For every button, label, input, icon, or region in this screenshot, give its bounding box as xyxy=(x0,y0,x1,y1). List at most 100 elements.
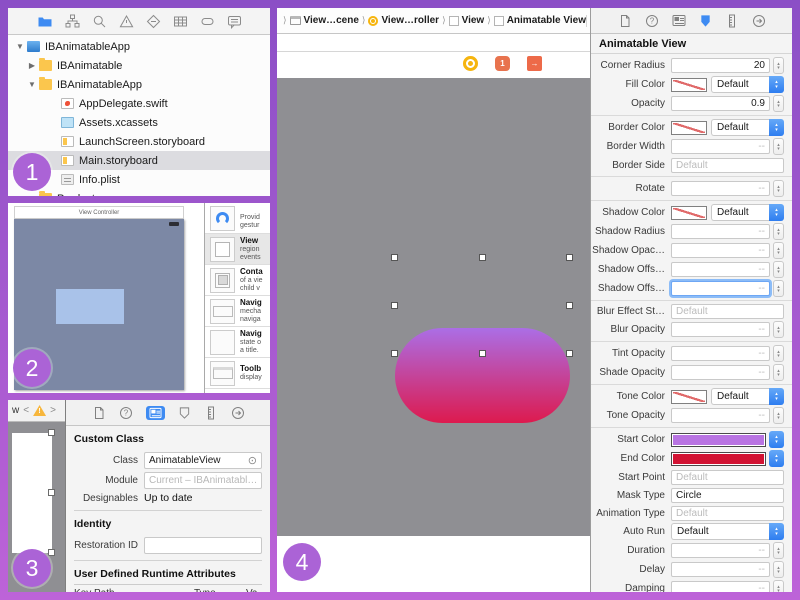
stepper-control[interactable]: ▴ ▾ xyxy=(773,407,784,424)
selection-handle[interactable] xyxy=(391,302,398,309)
disclosure-triangle-icon[interactable]: ▶ xyxy=(26,61,38,70)
jump-bar-item[interactable]: View xyxy=(448,15,484,26)
find-navigator-icon[interactable] xyxy=(92,14,107,29)
value-field[interactable]: -- xyxy=(671,262,770,277)
stepper-control[interactable]: ▴ ▾ xyxy=(773,223,784,240)
class-field[interactable]: AnimatableView ⊙ xyxy=(144,452,262,469)
color-well[interactable] xyxy=(671,120,707,135)
value-field[interactable]: -- xyxy=(671,181,770,196)
attributes-inspector-icon[interactable] xyxy=(178,406,191,420)
popup-chevrons-icon[interactable]: ▴ ▾ xyxy=(769,388,784,405)
warning-icon[interactable]: ! xyxy=(33,405,47,416)
file-inspector-icon[interactable] xyxy=(618,14,632,28)
text-field[interactable]: Default xyxy=(671,505,784,521)
file-inspector-icon[interactable] xyxy=(92,406,106,420)
color-well[interactable] xyxy=(671,432,766,447)
selection-handle[interactable] xyxy=(48,489,55,496)
selection-handle[interactable] xyxy=(479,254,486,261)
object-library-item[interactable]: Navig state o a title. xyxy=(205,327,270,358)
breakpoint-navigator-icon[interactable] xyxy=(200,14,215,29)
selection-handle[interactable] xyxy=(391,350,398,357)
report-navigator-icon[interactable] xyxy=(227,14,242,29)
object-library-item[interactable]: View region events xyxy=(205,234,270,265)
value-field[interactable]: -- xyxy=(671,346,770,361)
class-combo-icon[interactable]: ⊙ xyxy=(248,454,257,467)
stepper-control[interactable]: ▴ ▾ xyxy=(773,321,784,338)
file-tree-row[interactable]: AppDelegate.swift xyxy=(8,94,270,113)
color-well[interactable] xyxy=(671,451,766,466)
popup-chevrons-icon[interactable]: ▴ ▾ xyxy=(769,523,784,540)
stepper-control[interactable]: ▴ ▾ xyxy=(773,95,784,112)
file-tree-row[interactable]: ▶ IBAnimatable xyxy=(8,56,270,75)
connections-inspector-icon[interactable] xyxy=(231,406,245,420)
popup-chevrons-icon[interactable]: ▴ ▾ xyxy=(769,204,784,221)
stepper-control[interactable]: ▴ ▾ xyxy=(773,261,784,278)
file-tree-row[interactable]: Assets.xcassets xyxy=(8,113,270,132)
stepper-control[interactable]: ▴ ▾ xyxy=(773,561,784,578)
value-field[interactable]: -- xyxy=(671,281,770,296)
value-field[interactable]: 20 xyxy=(671,58,770,73)
value-field[interactable]: -- xyxy=(671,139,770,154)
selection-handle[interactable] xyxy=(48,549,55,556)
stepper-control[interactable]: ▴ ▾ xyxy=(773,57,784,74)
text-field[interactable]: Default xyxy=(671,469,784,485)
color-well[interactable] xyxy=(671,205,707,220)
value-field[interactable]: -- xyxy=(671,322,770,337)
disclosure-triangle-icon[interactable]: ▼ xyxy=(26,80,38,89)
selected-view-rect[interactable] xyxy=(12,433,52,553)
value-field[interactable]: -- xyxy=(671,365,770,380)
selection-handle[interactable] xyxy=(566,302,573,309)
identity-inspector-icon[interactable] xyxy=(145,405,165,420)
connections-inspector-icon[interactable] xyxy=(752,14,766,28)
stepper-control[interactable]: ▴ ▾ xyxy=(773,580,784,592)
popup-chevrons-icon[interactable]: ▴ ▾ xyxy=(769,450,784,467)
first-responder-icon[interactable]: 1 xyxy=(495,56,510,71)
project-navigator-icon[interactable] xyxy=(37,14,53,29)
size-inspector-icon[interactable] xyxy=(725,14,739,28)
object-library-item[interactable]: Navig mecha naviga xyxy=(205,296,270,327)
back-arrow[interactable]: < xyxy=(23,405,29,416)
attributes-inspector-icon[interactable] xyxy=(699,14,712,28)
text-field[interactable]: Default xyxy=(671,304,784,319)
stepper-control[interactable]: ▴ ▾ xyxy=(773,138,784,155)
stepper-control[interactable]: ▴ ▾ xyxy=(773,542,784,559)
file-tree-row[interactable]: Products xyxy=(8,189,270,196)
jump-bar-item[interactable]: View…cene xyxy=(289,15,359,26)
subview-rectangle[interactable] xyxy=(56,289,124,324)
selection-handle[interactable] xyxy=(566,350,573,357)
stepper-control[interactable]: ▴ ▾ xyxy=(773,180,784,197)
text-field[interactable]: Default xyxy=(671,157,784,173)
object-library-item[interactable]: Provid gestur xyxy=(205,203,270,234)
size-inspector-icon[interactable] xyxy=(204,406,218,420)
popup-chevrons-icon[interactable]: ▴ ▾ xyxy=(769,431,784,448)
file-tree-row[interactable]: ▼ IBAnimatableApp xyxy=(8,37,270,56)
value-field[interactable]: -- xyxy=(671,543,770,558)
disclosure-triangle-icon[interactable]: ▼ xyxy=(14,42,26,51)
restoration-id-field[interactable] xyxy=(144,537,262,554)
jump-bar-item[interactable]: Animatable View xyxy=(493,15,586,26)
issue-navigator-icon[interactable] xyxy=(119,14,134,29)
exit-segue-icon[interactable]: → xyxy=(527,56,542,71)
value-field[interactable]: 0.9 xyxy=(671,96,770,111)
stepper-control[interactable]: ▴ ▾ xyxy=(773,280,784,297)
stepper-control[interactable]: ▴ ▾ xyxy=(773,364,784,381)
test-navigator-icon[interactable] xyxy=(146,14,161,29)
debug-navigator-icon[interactable] xyxy=(173,14,188,29)
selection-handle[interactable] xyxy=(391,254,398,261)
object-library-item[interactable]: Toolb display xyxy=(205,358,270,389)
color-well[interactable] xyxy=(671,77,707,92)
root-view[interactable] xyxy=(277,78,590,536)
jump-bar-item[interactable]: View…roller xyxy=(368,15,439,26)
symbol-navigator-icon[interactable] xyxy=(65,14,80,29)
text-field[interactable]: Circle xyxy=(671,487,784,503)
value-field[interactable]: -- xyxy=(671,224,770,239)
forward-arrow[interactable]: > xyxy=(50,405,56,416)
file-tree-row[interactable]: LaunchScreen.storyboard xyxy=(8,132,270,151)
stepper-control[interactable]: ▴ ▾ xyxy=(773,242,784,259)
popup-chevrons-icon[interactable]: ▴ ▾ xyxy=(769,76,784,93)
module-field[interactable]: Current – IBAnimatabl… xyxy=(144,472,262,489)
value-field[interactable]: -- xyxy=(671,581,770,592)
selection-handle[interactable] xyxy=(479,350,486,357)
color-popup[interactable]: Default ▴ ▾ xyxy=(711,76,784,93)
selection-handle[interactable] xyxy=(48,429,55,436)
